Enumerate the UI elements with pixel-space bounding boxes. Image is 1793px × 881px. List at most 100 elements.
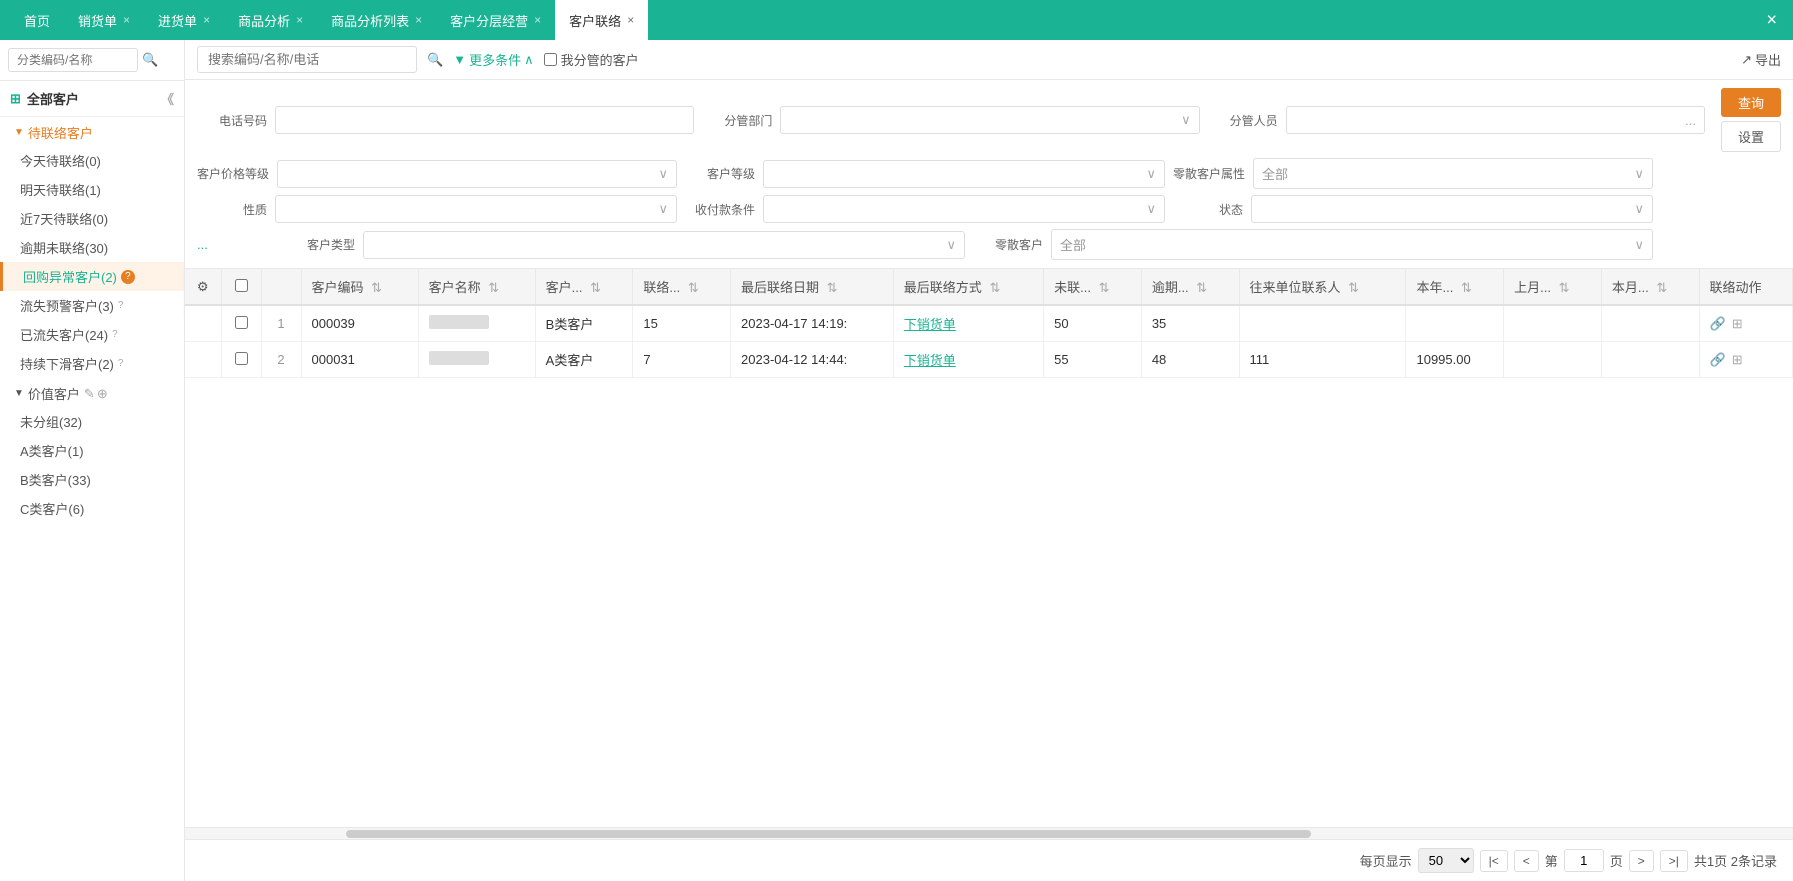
row2-contacts: 111 bbox=[1239, 342, 1406, 378]
lastmethod-col-header[interactable]: 最后联络方式 ⇅ bbox=[893, 269, 1043, 305]
table-header-row: ⚙ 客户编码 ⇅ 客户名称 ⇅ bbox=[185, 269, 1793, 305]
lastdate-col-header[interactable]: 最后联络日期 ⇅ bbox=[731, 269, 894, 305]
pending-group[interactable]: ▼ 待联络客户 bbox=[0, 117, 184, 146]
value-group-add-icon[interactable]: ⊕ bbox=[97, 386, 108, 402]
retail-attr-select[interactable]: 全部 ∨ bbox=[1253, 158, 1653, 189]
value-group[interactable]: ▼ 价值客户 ✎ ⊕ bbox=[0, 378, 184, 407]
sidebar-item-unclassified[interactable]: 未分组(32) bbox=[0, 407, 184, 436]
prev-page-btn[interactable]: < bbox=[1514, 850, 1539, 872]
nav-home[interactable]: 首页 bbox=[10, 0, 64, 40]
uncontacted-col-header[interactable]: 未联... ⇅ bbox=[1044, 269, 1142, 305]
sidebar-item-churn-warning[interactable]: 流失预警客户(3) ? bbox=[0, 291, 184, 320]
manager-input[interactable]: ... bbox=[1286, 106, 1705, 134]
query-button[interactable]: 查询 bbox=[1721, 88, 1781, 117]
row1-uncontacted: 50 bbox=[1044, 305, 1142, 342]
contacts-col-header[interactable]: 往来单位联系人 ⇅ bbox=[1239, 269, 1406, 305]
close-all-tabs[interactable]: × bbox=[1766, 10, 1777, 31]
sidebar-item-class-b[interactable]: B类客户(33) bbox=[0, 465, 184, 494]
row2-checkbox[interactable] bbox=[221, 342, 261, 378]
code-col-header[interactable]: 客户编码 ⇅ bbox=[301, 269, 418, 305]
row1-checkbox[interactable] bbox=[221, 305, 261, 342]
close-customer-contact-tab[interactable]: × bbox=[627, 13, 634, 27]
close-product-analysis-tab[interactable]: × bbox=[296, 13, 303, 27]
nav-sales[interactable]: 销货单 × bbox=[64, 0, 144, 40]
nav-product-analysis[interactable]: 商品分析 × bbox=[224, 0, 317, 40]
row1-name bbox=[418, 305, 535, 342]
chevron-down-icon: ∧ bbox=[524, 52, 534, 68]
nav-product-analysis-list[interactable]: 商品分析列表 × bbox=[317, 0, 436, 40]
type-sort-icon: ⇅ bbox=[590, 280, 601, 295]
settings-col-header[interactable]: ⚙ bbox=[185, 269, 221, 305]
value-group-edit-icon[interactable]: ✎ bbox=[84, 386, 95, 402]
row2-link-icon[interactable]: 🔗 bbox=[1710, 352, 1726, 368]
customer-grade-select[interactable]: ∨ bbox=[763, 160, 1165, 188]
row2-lastmethod-link[interactable]: 下销货单 bbox=[904, 353, 956, 368]
more-fields-btn[interactable]: ... bbox=[197, 237, 208, 252]
my-customers-checkbox-label[interactable]: 我分管的客户 bbox=[544, 50, 639, 69]
sidebar-item-churned[interactable]: 已流失客户(24) ? bbox=[0, 320, 184, 349]
sidebar-item-class-c[interactable]: C类客户(6) bbox=[0, 494, 184, 523]
price-grade-select[interactable]: ∨ bbox=[277, 160, 677, 188]
customer-type-select[interactable]: ∨ bbox=[363, 231, 965, 259]
status-select[interactable]: ∨ bbox=[1251, 195, 1653, 223]
sidebar-search-icon[interactable]: 🔍 bbox=[142, 52, 158, 68]
row1-select-checkbox[interactable] bbox=[235, 316, 248, 329]
lastdate-sort-icon: ⇅ bbox=[827, 280, 838, 295]
select-all-checkbox[interactable] bbox=[235, 279, 248, 292]
row2-lastdate: 2023-04-12 14:44: bbox=[731, 342, 894, 378]
num-col-header bbox=[261, 269, 301, 305]
name-sort-icon: ⇅ bbox=[488, 280, 499, 295]
checkbox-col-header[interactable] bbox=[221, 269, 261, 305]
sidebar-item-today[interactable]: 今天待联络(0) bbox=[0, 146, 184, 175]
export-btn[interactable]: ↗ 导出 bbox=[1741, 50, 1781, 69]
close-purchase-tab[interactable]: × bbox=[203, 13, 210, 27]
row2-grid-icon[interactable]: ⊞ bbox=[1732, 352, 1743, 368]
collapse-icon[interactable]: 《 bbox=[161, 89, 174, 108]
contact-col-header[interactable]: 联络... ⇅ bbox=[633, 269, 731, 305]
horizontal-scrollbar[interactable] bbox=[185, 827, 1793, 839]
more-conditions-btn[interactable]: ▼ 更多条件 ∧ bbox=[453, 50, 533, 69]
row1-lastmethod-link[interactable]: 下销货单 bbox=[904, 317, 956, 332]
retail-customer-select[interactable]: 全部 ∨ bbox=[1051, 229, 1653, 260]
type-col-header[interactable]: 客户... ⇅ bbox=[535, 269, 633, 305]
sidebar-search-input[interactable] bbox=[8, 48, 138, 72]
main-search-icon[interactable]: 🔍 bbox=[427, 52, 443, 68]
overdue-col-header[interactable]: 逾期... ⇅ bbox=[1141, 269, 1239, 305]
thismonth-col-header[interactable]: 本月... ⇅ bbox=[1601, 269, 1699, 305]
row2-contact: 7 bbox=[633, 342, 731, 378]
close-product-analysis-list-tab[interactable]: × bbox=[415, 13, 422, 27]
per-page-select[interactable]: 50 20 100 bbox=[1418, 848, 1474, 873]
page-input[interactable] bbox=[1564, 849, 1604, 872]
next-page-btn[interactable]: > bbox=[1629, 850, 1654, 872]
sidebar-item-tomorrow[interactable]: 明天待联络(1) bbox=[0, 175, 184, 204]
sidebar-item-class-a[interactable]: A类客户(1) bbox=[0, 436, 184, 465]
dept-select[interactable]: ∨ bbox=[780, 106, 1199, 134]
last-page-btn[interactable]: >| bbox=[1660, 850, 1688, 872]
price-grade-chevron: ∨ bbox=[658, 166, 668, 182]
my-customers-checkbox[interactable] bbox=[544, 53, 557, 66]
scrollbar-thumb[interactable] bbox=[346, 830, 1311, 838]
row2-select-checkbox[interactable] bbox=[235, 352, 248, 365]
sidebar-item-declining[interactable]: 持续下滑客户(2) ? bbox=[0, 349, 184, 378]
row1-link-icon[interactable]: 🔗 bbox=[1710, 316, 1726, 332]
row2-name bbox=[418, 342, 535, 378]
main-search-input[interactable] bbox=[197, 46, 417, 73]
settings-button[interactable]: 设置 bbox=[1721, 121, 1781, 152]
row1-grid-icon[interactable]: ⊞ bbox=[1732, 316, 1743, 332]
nav-customer-segment[interactable]: 客户分层经营 × bbox=[436, 0, 555, 40]
lastmonth-col-header[interactable]: 上月... ⇅ bbox=[1504, 269, 1602, 305]
sidebar-item-7days[interactable]: 近7天待联络(0) bbox=[0, 204, 184, 233]
first-page-btn[interactable]: |< bbox=[1480, 850, 1508, 872]
thisyear-col-header[interactable]: 本年... ⇅ bbox=[1406, 269, 1504, 305]
nav-purchase[interactable]: 进货单 × bbox=[144, 0, 224, 40]
close-sales-tab[interactable]: × bbox=[123, 13, 130, 27]
sidebar-item-overdue[interactable]: 逾期未联络(30) bbox=[0, 233, 184, 262]
close-customer-segment-tab[interactable]: × bbox=[534, 13, 541, 27]
nature-select[interactable]: ∨ bbox=[275, 195, 677, 223]
payment-select[interactable]: ∨ bbox=[763, 195, 1165, 223]
name-col-header[interactable]: 客户名称 ⇅ bbox=[418, 269, 535, 305]
sidebar-item-repeat-abnormal[interactable]: 回购异常客户(2) ? bbox=[0, 262, 184, 291]
nav-customer-contact[interactable]: 客户联络 × bbox=[555, 0, 648, 40]
thisyear-sort-icon: ⇅ bbox=[1461, 280, 1472, 295]
phone-input[interactable] bbox=[275, 106, 694, 134]
